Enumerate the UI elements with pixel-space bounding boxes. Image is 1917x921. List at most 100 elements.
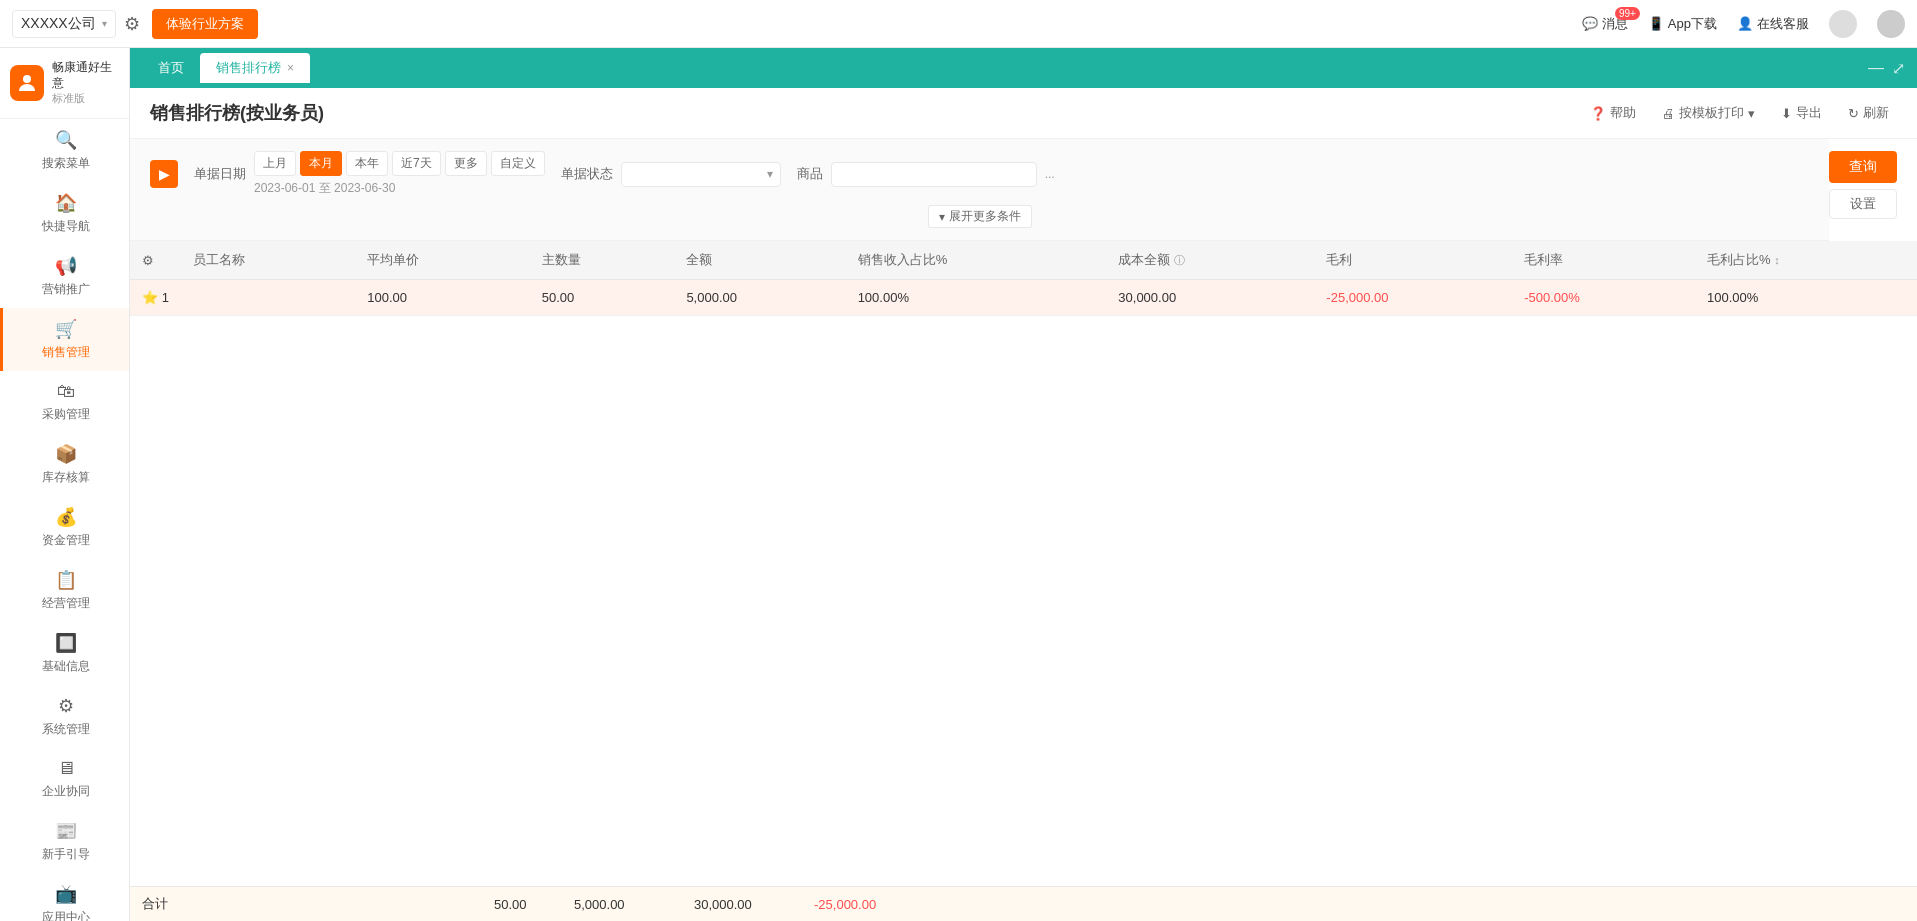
info-icon: ⓘ bbox=[1174, 254, 1185, 266]
col-gross-rate: 毛利率 bbox=[1512, 241, 1695, 280]
query-button[interactable]: 查询 bbox=[1829, 151, 1897, 183]
tab-sales-ranking[interactable]: 销售排行榜 × bbox=[200, 53, 310, 83]
sidebar-item-guide[interactable]: 📰 新手引导 bbox=[0, 810, 129, 873]
footer-cost: 30,000.00 bbox=[682, 897, 802, 912]
cell-qty: 50.00 bbox=[530, 280, 675, 316]
footer-row: 合计 50.00 5,000.00 30,000.00 -25,000.00 bbox=[130, 886, 1917, 921]
status-label: 单据状态 bbox=[561, 165, 613, 183]
inventory-icon: 📦 bbox=[55, 443, 77, 465]
sidebar-item-system[interactable]: ⚙ 系统管理 bbox=[0, 685, 129, 748]
app-icon: 📱 bbox=[1648, 16, 1664, 31]
dropdown-icon: ▾ bbox=[1748, 106, 1755, 121]
message-button[interactable]: 💬 消息 99+ bbox=[1582, 15, 1628, 33]
col-cost: 成本全额 ⓘ bbox=[1106, 241, 1314, 280]
date-btn-more[interactable]: 更多 bbox=[445, 151, 487, 176]
col-amount: 全额 bbox=[674, 241, 845, 280]
sidebar-logo: 畅康通好生意 标准版 bbox=[0, 48, 129, 119]
tab-bar-right: — ⤢ bbox=[1868, 59, 1905, 78]
date-btn-custom[interactable]: 自定义 bbox=[491, 151, 545, 176]
sidebar-item-purchase[interactable]: 🛍 采购管理 bbox=[0, 371, 129, 433]
help-button[interactable]: ❓ 帮助 bbox=[1582, 100, 1644, 126]
filter-main: ▶ 单据日期 上月 本月 本年 bbox=[130, 139, 1829, 241]
export-button[interactable]: ⬇ 导出 bbox=[1773, 100, 1830, 126]
footer-qty: 50.00 bbox=[482, 897, 562, 912]
trial-button[interactable]: 体验行业方案 bbox=[152, 9, 258, 39]
date-btn-this-year[interactable]: 本年 bbox=[346, 151, 388, 176]
tab-close-icon[interactable]: × bbox=[287, 61, 294, 75]
sidebar-label-collab: 企业协同 bbox=[42, 783, 90, 800]
col-settings[interactable]: ⚙ bbox=[130, 241, 181, 280]
sidebar-label-system: 系统管理 bbox=[42, 721, 90, 738]
col-sales-pct: 销售收入占比% bbox=[846, 241, 1107, 280]
minimize-icon[interactable]: — bbox=[1868, 59, 1884, 77]
avatar[interactable] bbox=[1829, 10, 1857, 38]
data-table: ⚙ 员工名称 平均单价 主数量 全额 销售收入占比% 成本全额 ⓘ 毛利 毛利率 bbox=[130, 241, 1917, 316]
system-icon: ⚙ bbox=[58, 695, 74, 717]
col-employee: 员工名称 bbox=[181, 241, 355, 280]
status-select-wrapper bbox=[621, 162, 781, 187]
content-area: 首页 销售排行榜 × — ⤢ 销售排行榜(按业务员) ❓ 帮助 bbox=[130, 48, 1917, 921]
sidebar-item-collab[interactable]: 🖥 企业协同 bbox=[0, 748, 129, 810]
app-download-button[interactable]: 📱 App下载 bbox=[1648, 15, 1717, 33]
main-layout: 畅康通好生意 标准版 🔍 搜索菜单 🏠 快捷导航 📢 营销推广 🛒 销售管理 🛍… bbox=[0, 48, 1917, 921]
sidebar-item-search[interactable]: 🔍 搜索菜单 bbox=[0, 119, 129, 182]
svg-point-0 bbox=[23, 75, 31, 83]
sidebar-item-management[interactable]: 📋 经营管理 bbox=[0, 559, 129, 622]
status-filter: 单据状态 bbox=[561, 162, 781, 187]
cell-avg-price: 100.00 bbox=[355, 280, 529, 316]
expand-arrow-button[interactable]: ▶ bbox=[150, 160, 178, 188]
sidebar-item-basic-info[interactable]: 🔲 基础信息 bbox=[0, 622, 129, 685]
status-select[interactable] bbox=[621, 162, 781, 187]
footer-gross: -25,000.00 bbox=[802, 897, 922, 912]
message-icon: 💬 bbox=[1582, 16, 1598, 31]
date-range-display: 2023-06-01 至 2023-06-30 bbox=[254, 180, 545, 197]
col-avg-price: 平均单价 bbox=[355, 241, 529, 280]
sidebar-item-finance[interactable]: 💰 资金管理 bbox=[0, 496, 129, 559]
avatar-placeholder bbox=[1877, 10, 1905, 38]
sidebar-label-management: 经营管理 bbox=[42, 595, 90, 612]
print-icon: 🖨 bbox=[1662, 106, 1675, 121]
cell-cost: 30,000.00 bbox=[1106, 280, 1314, 316]
page-title: 销售排行榜(按业务员) bbox=[150, 101, 324, 125]
more-options-icon[interactable]: ... bbox=[1045, 167, 1055, 181]
template-print-button[interactable]: 🖨 按模板打印 ▾ bbox=[1654, 100, 1763, 126]
cell-name bbox=[181, 280, 355, 316]
sidebar-item-inventory[interactable]: 📦 库存核算 bbox=[0, 433, 129, 496]
right-actions: 💬 消息 99+ 📱 App下载 👤 在线客服 bbox=[1582, 10, 1905, 38]
cell-rank: ⭐ 1 bbox=[130, 280, 181, 316]
page-content: 销售排行榜(按业务员) ❓ 帮助 🖨 按模板打印 ▾ ⬇ 导出 bbox=[130, 88, 1917, 921]
date-btn-last-month[interactable]: 上月 bbox=[254, 151, 296, 176]
maximize-icon[interactable]: ⤢ bbox=[1892, 59, 1905, 78]
footer-amount: 5,000.00 bbox=[562, 897, 682, 912]
company-name: XXXXX公司 bbox=[21, 15, 96, 33]
gear-icon[interactable]: ⚙ bbox=[124, 13, 140, 35]
sidebar-item-marketing[interactable]: 📢 营销推广 bbox=[0, 245, 129, 308]
expand-more-button[interactable]: ▾ 展开更多条件 bbox=[928, 205, 1032, 228]
sidebar-label-basic-info: 基础信息 bbox=[42, 658, 90, 675]
app-name: 畅康通好生意 bbox=[52, 60, 119, 91]
date-filter: 单据日期 上月 本月 本年 近7天 更多 自定义 bbox=[194, 151, 545, 197]
management-icon: 📋 bbox=[55, 569, 77, 591]
settings-button[interactable]: 设置 bbox=[1829, 189, 1897, 219]
goods-input[interactable] bbox=[831, 162, 1037, 187]
date-label: 单据日期 bbox=[194, 165, 246, 183]
total-label: 合计 bbox=[142, 895, 482, 913]
purchase-icon: 🛍 bbox=[57, 381, 75, 402]
sidebar-label-finance: 资金管理 bbox=[42, 532, 90, 549]
sidebar-item-quicknav[interactable]: 🏠 快捷导航 bbox=[0, 182, 129, 245]
sort-icon: ↕ bbox=[1774, 254, 1780, 266]
basic-info-icon: 🔲 bbox=[55, 632, 77, 654]
chevron-down-icon: ▾ bbox=[102, 18, 107, 29]
online-service-button[interactable]: 👤 在线客服 bbox=[1737, 15, 1809, 33]
date-btn-last7days[interactable]: 近7天 bbox=[392, 151, 441, 176]
date-btn-this-month[interactable]: 本月 bbox=[300, 151, 342, 176]
sidebar-item-sales[interactable]: 🛒 销售管理 bbox=[0, 308, 129, 371]
refresh-button[interactable]: ↻ 刷新 bbox=[1840, 100, 1897, 126]
table-header-row: ⚙ 员工名称 平均单价 主数量 全额 销售收入占比% 成本全额 ⓘ 毛利 毛利率 bbox=[130, 241, 1917, 280]
goods-label: 商品 bbox=[797, 165, 823, 183]
page-header: 销售排行榜(按业务员) ❓ 帮助 🖨 按模板打印 ▾ ⬇ 导出 bbox=[130, 88, 1917, 139]
sidebar-label-inventory: 库存核算 bbox=[42, 469, 90, 486]
tab-home[interactable]: 首页 bbox=[142, 53, 200, 83]
company-select[interactable]: XXXXX公司 ▾ bbox=[12, 10, 116, 38]
sidebar-item-appstore[interactable]: 📺 应用中心 bbox=[0, 873, 129, 921]
